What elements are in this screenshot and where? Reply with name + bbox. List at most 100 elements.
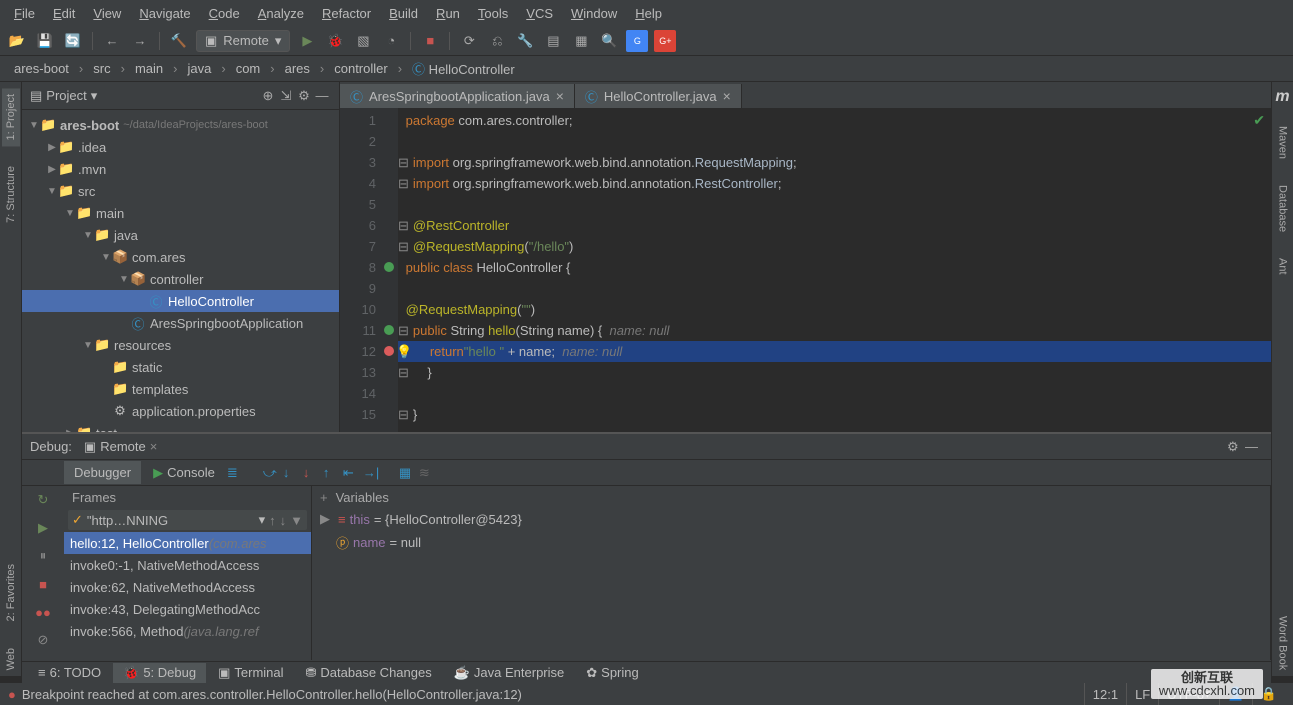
close-icon[interactable]: × bbox=[150, 439, 158, 454]
inspection-ok-icon[interactable]: ✔ bbox=[1253, 112, 1265, 129]
stack-frame[interactable]: hello:12, HelloController (com.ares bbox=[64, 532, 311, 554]
menu-run[interactable]: Run bbox=[428, 2, 468, 25]
line-number[interactable]: 7 bbox=[340, 236, 398, 257]
crumb-java[interactable]: java bbox=[181, 59, 217, 78]
code-area[interactable]: package com.ares.controller; ⊟import org… bbox=[398, 108, 1271, 432]
pause-icon[interactable]: ⏸ bbox=[33, 546, 53, 566]
crumb-src[interactable]: src bbox=[87, 59, 116, 78]
line-number[interactable]: 5 bbox=[340, 194, 398, 215]
thread-selector[interactable]: ✓ "http…NNING ▾ ↑ ↓ ▼ bbox=[68, 510, 307, 530]
step-over-icon[interactable]: ⤻ bbox=[263, 465, 281, 481]
forward-icon[interactable]: → bbox=[129, 30, 151, 52]
tab-ant[interactable]: Ant bbox=[1274, 252, 1292, 281]
gutter-icon[interactable] bbox=[384, 260, 394, 275]
mute-bp-icon[interactable]: ⊘ bbox=[33, 630, 53, 650]
vcs-icon[interactable]: ⎌ bbox=[486, 30, 508, 52]
code-line[interactable]: @RequestMapping("") bbox=[398, 299, 1271, 320]
tab-wordbook[interactable]: Word Book bbox=[1274, 610, 1292, 676]
search-icon[interactable]: 🔍 bbox=[598, 30, 620, 52]
bottom-tab[interactable]: 🐞5: Debug bbox=[113, 663, 206, 683]
tab-web[interactable]: Web bbox=[2, 642, 20, 676]
evaluate-icon[interactable]: ▦ bbox=[399, 465, 417, 481]
code-editor[interactable]: 123456789101112131415 package com.ares.c… bbox=[340, 108, 1271, 432]
crumb-ares-boot[interactable]: ares-boot bbox=[8, 59, 75, 78]
crumb-ares[interactable]: ares bbox=[279, 59, 316, 78]
menu-navigate[interactable]: Navigate bbox=[131, 2, 198, 25]
structure-icon[interactable]: ▦ bbox=[570, 30, 592, 52]
stop-icon[interactable]: ■ bbox=[419, 30, 441, 52]
code-line[interactable]: ⊟@RequestMapping("/hello") bbox=[398, 236, 1271, 257]
tree-item[interactable]: ▼📁src bbox=[22, 180, 339, 202]
line-number[interactable]: 2 bbox=[340, 131, 398, 152]
crumb-main[interactable]: main bbox=[129, 59, 169, 78]
tree-item[interactable]: ⒸHelloController bbox=[22, 290, 339, 312]
crumb-HelloController[interactable]: Ⓒ HelloController bbox=[406, 57, 521, 80]
line-number[interactable]: 9 bbox=[340, 278, 398, 299]
tree-item[interactable]: ⚙application.properties bbox=[22, 400, 339, 422]
back-icon[interactable]: ← bbox=[101, 30, 123, 52]
stack-frame[interactable]: invoke:62, NativeMethodAccess bbox=[64, 576, 311, 598]
crumb-controller[interactable]: controller bbox=[328, 59, 393, 78]
build-icon[interactable]: 🔨 bbox=[168, 30, 190, 52]
line-number[interactable]: 10 bbox=[340, 299, 398, 320]
tree-item[interactable]: 📁templates bbox=[22, 378, 339, 400]
menu-refactor[interactable]: Refactor bbox=[314, 2, 379, 25]
close-icon[interactable]: × bbox=[723, 88, 731, 104]
tree-item[interactable]: ▼📁java bbox=[22, 224, 339, 246]
filter-icon[interactable]: ▼ bbox=[290, 513, 303, 528]
editor-tab[interactable]: ⒸHelloController.java× bbox=[575, 84, 742, 108]
code-line[interactable] bbox=[398, 131, 1271, 152]
code-line[interactable]: ⊟ } bbox=[398, 362, 1271, 383]
sdk-icon[interactable]: ▤ bbox=[542, 30, 564, 52]
code-line[interactable]: ⊟import org.springframework.web.bind.ann… bbox=[398, 173, 1271, 194]
tree-item[interactable]: ▼📁main bbox=[22, 202, 339, 224]
fold-icon[interactable]: ⊟ bbox=[398, 407, 409, 423]
open-icon[interactable]: 📂 bbox=[6, 30, 28, 52]
drop-frame-icon[interactable]: ⇤ bbox=[343, 465, 361, 481]
tree-item[interactable]: ▼📦controller bbox=[22, 268, 339, 290]
line-number[interactable]: 1 bbox=[340, 110, 398, 131]
stack-frame[interactable]: invoke0:-1, NativeMethodAccess bbox=[64, 554, 311, 576]
line-number[interactable]: 13 bbox=[340, 362, 398, 383]
update-icon[interactable]: ⟳ bbox=[458, 30, 480, 52]
step-out-icon[interactable]: ↑ bbox=[323, 465, 341, 480]
add-watch-icon[interactable]: + bbox=[320, 490, 328, 505]
line-number[interactable]: 11 bbox=[340, 320, 398, 341]
tab-database[interactable]: Database bbox=[1274, 179, 1292, 238]
line-number[interactable]: 8 bbox=[340, 257, 398, 278]
force-step-into-icon[interactable]: ↓ bbox=[303, 465, 321, 480]
gear-icon[interactable]: ⚙ bbox=[295, 88, 313, 104]
tree-item[interactable]: ⒸAresSpringbootApplication bbox=[22, 312, 339, 334]
threads-icon[interactable]: ≣ bbox=[227, 465, 245, 481]
trace-icon[interactable]: ≋ bbox=[419, 465, 437, 481]
menu-edit[interactable]: Edit bbox=[45, 2, 83, 25]
tab-project[interactable]: 1: Project bbox=[2, 88, 20, 146]
bottom-tab[interactable]: ✿Spring bbox=[576, 663, 648, 683]
code-line[interactable]: 💡 return "hello " + name; name: null bbox=[398, 341, 1271, 362]
breakpoints-icon[interactable]: ●● bbox=[33, 602, 53, 622]
save-icon[interactable]: 💾 bbox=[34, 30, 56, 52]
rerun-icon[interactable]: ↻ bbox=[33, 490, 53, 510]
fold-icon[interactable]: ⊟ bbox=[398, 155, 409, 171]
fold-icon[interactable]: ⊟ bbox=[398, 365, 409, 381]
menu-code[interactable]: Code bbox=[201, 2, 248, 25]
menu-build[interactable]: Build bbox=[381, 2, 426, 25]
tree-item[interactable]: 📁static bbox=[22, 356, 339, 378]
line-number[interactable]: 15 bbox=[340, 404, 398, 425]
run-config-selector[interactable]: ▣ Remote ▾ bbox=[196, 30, 290, 52]
debug-icon[interactable]: 🐞 bbox=[324, 30, 346, 52]
menu-help[interactable]: Help bbox=[627, 2, 670, 25]
code-line[interactable] bbox=[398, 383, 1271, 404]
menu-view[interactable]: View bbox=[85, 2, 129, 25]
fold-icon[interactable]: ⊟ bbox=[398, 218, 409, 234]
hide-icon[interactable]: — bbox=[313, 88, 331, 103]
caret-position[interactable]: 12:1 bbox=[1084, 683, 1126, 705]
code-line[interactable]: public class HelloController { bbox=[398, 257, 1271, 278]
code-line[interactable]: ⊟import org.springframework.web.bind.ann… bbox=[398, 152, 1271, 173]
editor-tab[interactable]: ⒸAresSpringbootApplication.java× bbox=[340, 84, 575, 108]
stop-icon[interactable]: ■ bbox=[33, 574, 53, 594]
fold-icon[interactable]: ⊟ bbox=[398, 323, 409, 339]
gutter-icon[interactable] bbox=[384, 323, 394, 338]
chevron-down-icon[interactable]: ▾ bbox=[91, 88, 98, 104]
tree-item[interactable]: ▶📁.mvn bbox=[22, 158, 339, 180]
